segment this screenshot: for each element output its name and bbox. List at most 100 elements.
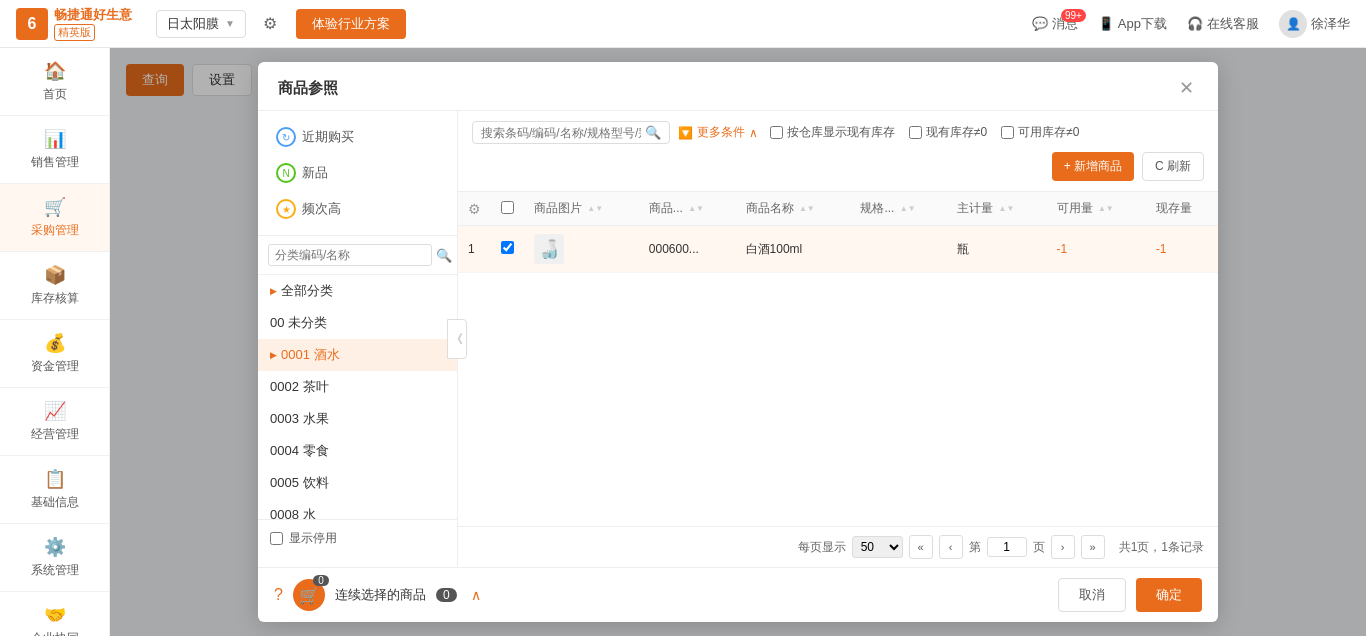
page-number-input[interactable] (987, 537, 1027, 557)
message-badge: 99+ (1061, 9, 1086, 22)
prev-page-btn[interactable]: ‹ (939, 535, 963, 559)
available-stock-checkbox[interactable]: 可用库存≠0 (1001, 124, 1079, 141)
category-snack[interactable]: 0004 零食 (258, 435, 457, 467)
row-available-cell: -1 (1047, 226, 1146, 273)
th-product-image: 商品图片 ▲▼ (524, 192, 639, 226)
category-fruit[interactable]: 0003 水果 (258, 403, 457, 435)
quick-recent-purchase[interactable]: ↻ 近期购买 (268, 121, 447, 153)
product-table: ⚙ 商品图片 ▲▼ (458, 192, 1218, 273)
th-available-label: 可用量 (1057, 201, 1093, 215)
th-checkbox (491, 192, 524, 226)
name-sort-icon[interactable]: ▲▼ (799, 204, 815, 213)
cart-count-display: 0 (436, 588, 457, 602)
show-disabled-checkbox[interactable] (270, 532, 283, 545)
category-search-input[interactable] (268, 244, 432, 266)
row-checkbox-cell (491, 226, 524, 273)
new-product-icon: N (276, 163, 296, 183)
th-name-label: 商品名称 (746, 201, 794, 215)
pagination: 每页显示 50 10 20 100 « ‹ 第 页 (458, 526, 1218, 567)
app-download-btn[interactable]: 📱 App下载 (1098, 15, 1167, 33)
sidebar-item-finance[interactable]: 💰 资金管理 (0, 320, 109, 388)
available-sort-icon[interactable]: ▲▼ (1098, 204, 1114, 213)
product-search-input[interactable] (481, 126, 641, 140)
quick-high-frequency[interactable]: ★ 频次高 (268, 193, 447, 225)
recent-purchase-icon: ↻ (276, 127, 296, 147)
cancel-btn[interactable]: 取消 (1058, 578, 1126, 612)
sidebar-item-operations[interactable]: 📈 经营管理 (0, 388, 109, 456)
home-icon: 🏠 (44, 60, 66, 82)
quick-new-product[interactable]: N 新品 (268, 157, 447, 189)
modal-body: ↻ 近期购买 N 新品 ★ 频次高 《 (258, 111, 1218, 567)
show-disabled-label[interactable]: 显示停用 (289, 530, 337, 547)
last-page-btn[interactable]: » (1081, 535, 1105, 559)
next-page-btn[interactable]: › (1051, 535, 1075, 559)
cart-area[interactable]: 🛒 0 (293, 579, 325, 611)
cart-count-badge: 0 (313, 575, 329, 586)
current-stock-checkbox[interactable]: 现有库存≠0 (909, 124, 987, 141)
row-code-cell: 000600... (639, 226, 736, 273)
per-page-select[interactable]: 50 10 20 100 (852, 536, 903, 558)
th-image-label: 商品图片 (534, 201, 582, 215)
confirm-btn[interactable]: 确定 (1136, 578, 1202, 612)
first-page-btn[interactable]: « (909, 535, 933, 559)
sidebar-item-inventory[interactable]: 📦 库存核算 (0, 252, 109, 320)
category-beverage[interactable]: 0005 饮料 (258, 467, 457, 499)
sidebar-item-sales[interactable]: 📊 销售管理 (0, 116, 109, 184)
sidebar-item-system[interactable]: ⚙️ 系统管理 (0, 524, 109, 592)
filter-up-icon: ∧ (749, 126, 758, 140)
spec-sort-icon[interactable]: ▲▼ (900, 204, 916, 213)
logo-text: 畅捷通好生意 精英版 (54, 6, 132, 41)
row-img-cell: 🍶 (524, 226, 639, 273)
modal-header: 商品参照 ✕ (258, 62, 1218, 111)
add-product-btn[interactable]: + 新增商品 (1052, 152, 1134, 181)
settings-icon[interactable]: ⚙ (254, 8, 286, 40)
dropdown-arrow: ▼ (225, 18, 235, 29)
th-gear: ⚙ (458, 192, 491, 226)
unit-sort-icon[interactable]: ▲▼ (999, 204, 1015, 213)
refresh-btn[interactable]: C 刷新 (1142, 152, 1204, 181)
sidebar-item-enterprise[interactable]: 🤝 企业协同 (0, 592, 109, 636)
inventory-icon: 📦 (44, 264, 66, 286)
th-unit-label: 主计量 (957, 201, 993, 215)
customer-service-btn[interactable]: 🎧 在线客服 (1187, 15, 1259, 33)
table-header-row: ⚙ 商品图片 ▲▼ (458, 192, 1218, 226)
category-uncategorized[interactable]: 00 未分类 (258, 307, 457, 339)
cart-label: 连续选择的商品 (335, 586, 426, 604)
image-sort-icon[interactable]: ▲▼ (587, 204, 603, 213)
category-water[interactable]: 0008 水 (258, 499, 457, 519)
select-all-checkbox[interactable] (501, 201, 514, 214)
category-liquor[interactable]: ▶ 0001 酒水 (258, 339, 457, 371)
user-avatar: 👤 (1279, 10, 1307, 38)
system-icon: ⚙️ (44, 536, 66, 558)
product-table-body: 1 🍶 000600... 白酒100ml (458, 226, 1218, 273)
sidebar-item-home[interactable]: 🏠 首页 (0, 48, 109, 116)
trial-btn[interactable]: 体验行业方案 (296, 9, 406, 39)
modal-overlay: 商品参照 ✕ ↻ 近期购买 N 新 (110, 48, 1366, 636)
store-selector[interactable]: 日太阳膜 ▼ (156, 10, 246, 38)
nav-right: 💬 消息 99+ 📱 App下载 🎧 在线客服 👤 徐泽华 (1032, 10, 1350, 38)
sidebar-item-basic-info[interactable]: 📋 基础信息 (0, 456, 109, 524)
row-checkbox[interactable] (501, 241, 514, 254)
category-all[interactable]: ▶ 全部分类 (258, 275, 457, 307)
main-layout: 🏠 首页 📊 销售管理 🛒 采购管理 📦 库存核算 💰 资金管理 📈 经营管理 … (0, 48, 1366, 636)
product-table-container: ⚙ 商品图片 ▲▼ (458, 192, 1218, 526)
category-tea[interactable]: 0002 茶叶 (258, 371, 457, 403)
modal-close-btn[interactable]: ✕ (1174, 76, 1198, 100)
column-settings-icon[interactable]: ⚙ (468, 201, 481, 217)
sidebar-item-purchase[interactable]: 🛒 采购管理 (0, 184, 109, 252)
product-search-icon[interactable]: 🔍 (645, 125, 661, 140)
code-sort-icon[interactable]: ▲▼ (688, 204, 704, 213)
category-search-icon[interactable]: 🔍 (436, 248, 452, 263)
user-profile-btn[interactable]: 👤 徐泽华 (1279, 10, 1350, 38)
warehouse-stock-checkbox[interactable]: 按仓库显示现有库存 (770, 124, 895, 141)
messages-btn[interactable]: 💬 消息 99+ (1032, 15, 1078, 33)
toolbar-right-actions: + 新增商品 C 刷新 (1052, 152, 1204, 181)
help-icon[interactable]: ? (274, 586, 283, 604)
row-spec-cell (850, 226, 947, 273)
th-stock-label: 现存量 (1156, 201, 1192, 215)
left-panel-collapse-btn[interactable]: 《 (447, 319, 467, 359)
more-filters-btn[interactable]: 🔽 更多条件 ∧ (678, 124, 758, 141)
footer-collapse-icon[interactable]: ∧ (471, 587, 481, 603)
all-expand-icon: ▶ (270, 286, 277, 296)
table-row[interactable]: 1 🍶 000600... 白酒100ml (458, 226, 1218, 273)
